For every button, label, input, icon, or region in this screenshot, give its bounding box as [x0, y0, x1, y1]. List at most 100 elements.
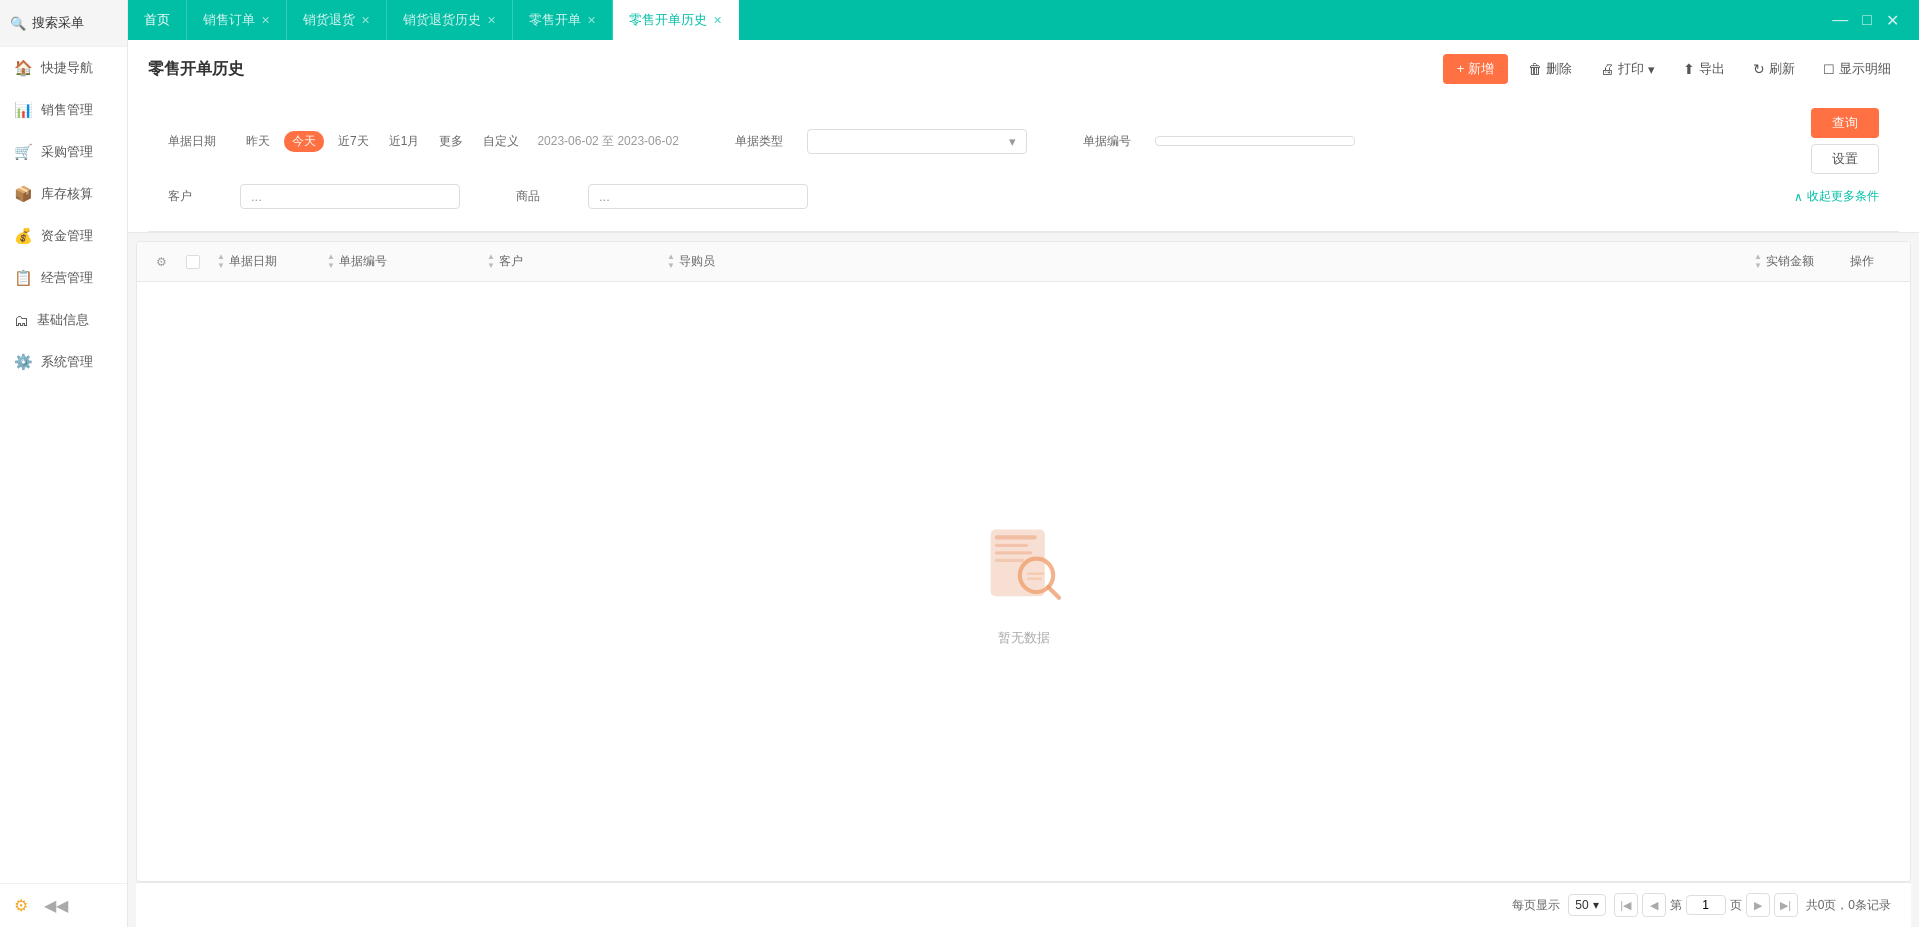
settings-button[interactable]: 设置 [1811, 144, 1879, 174]
refresh-icon: ↻ [1753, 61, 1765, 77]
sidebar-item-basic-info[interactable]: 🗂 基础信息 [0, 299, 127, 341]
last-month-btn[interactable]: 近1月 [383, 131, 426, 152]
type-select[interactable]: ▾ [807, 129, 1027, 154]
tab-sales-return[interactable]: 销货退货 ✕ [287, 0, 387, 40]
add-button[interactable]: + 新增 [1443, 54, 1508, 84]
customer-input[interactable]: ... [240, 184, 460, 209]
sidebar-item-operations[interactable]: 📋 经营管理 [0, 257, 127, 299]
sidebar-item-sys-mgmt[interactable]: ⚙️ 系统管理 [0, 341, 127, 383]
query-button[interactable]: 查询 [1811, 108, 1879, 138]
window-minimize[interactable]: — [1828, 9, 1852, 31]
folder-icon: 🗂 [14, 312, 29, 329]
next-page-btn[interactable]: ▶ [1746, 893, 1770, 917]
tab-retail-open-hist[interactable]: 零售开单历史 ✕ [613, 0, 739, 40]
page-suffix: 页 [1730, 897, 1742, 914]
page-header: 零售开单历史 + 新增 🗑 删除 🖨 打印 ▾ ⬆ [128, 40, 1919, 233]
sidebar-search[interactable]: 🔍 搜索采单 [0, 0, 127, 47]
th-actions-label: 操作 [1850, 253, 1874, 270]
tab-retail-open[interactable]: 零售开单 ✕ [513, 0, 613, 40]
th-check[interactable] [177, 255, 209, 269]
tab-retail-open-label: 零售开单 [529, 11, 581, 29]
per-page-select[interactable]: 50 ▾ [1568, 894, 1605, 916]
collapse-icon[interactable]: ◀◀ [44, 896, 68, 915]
tab-sales-order[interactable]: 销售订单 ✕ [187, 0, 287, 40]
tab-sales-return-hist-close[interactable]: ✕ [487, 14, 496, 27]
display-toggle[interactable]: ☐ 显示明细 [1815, 56, 1899, 82]
delete-label: 删除 [1546, 60, 1572, 78]
collapse-btn[interactable]: ∧ 收起更多条件 [1794, 188, 1879, 205]
sidebar-item-label: 基础信息 [37, 311, 89, 329]
export-icon: ⬆ [1683, 61, 1695, 77]
print-label: 打印 [1618, 60, 1644, 78]
date-options: 昨天 今天 近7天 近1月 更多 自定义 2023-06-02 至 2023-0… [240, 131, 679, 152]
prev-page-btn[interactable]: ◀ [1642, 893, 1666, 917]
refresh-label: 刷新 [1769, 60, 1795, 78]
sidebar-item-finance[interactable]: 💰 资金管理 [0, 215, 127, 257]
first-page-btn[interactable]: |◀ [1614, 893, 1638, 917]
today-btn[interactable]: 今天 [284, 131, 324, 152]
window-maximize[interactable]: □ [1858, 9, 1876, 31]
table-container: ⚙ ▲▼ 单据日期 ▲▼ 单据编号 ▲▼ 客户 ▲▼ 导 [136, 241, 1911, 882]
order-no-input[interactable] [1155, 136, 1355, 146]
order-no-label: 单据编号 [1083, 133, 1139, 150]
sidebar-item-label: 资金管理 [41, 227, 93, 245]
settings-bottom-icon[interactable]: ⚙ [14, 896, 28, 915]
th-settings[interactable]: ⚙ [145, 255, 177, 269]
filter-row-1: 单据日期 昨天 今天 近7天 近1月 更多 自定义 2023-06-02 至 2… [168, 108, 1879, 174]
tab-retail-open-close[interactable]: ✕ [587, 14, 596, 27]
empty-icon [974, 517, 1074, 617]
cart-icon: 🛒 [14, 143, 33, 161]
sidebar-item-label: 销售管理 [41, 101, 93, 119]
sidebar-bottom: ⚙ ◀◀ [0, 883, 127, 927]
export-button[interactable]: ⬆ 导出 [1675, 56, 1733, 82]
chart-icon: 📊 [14, 101, 33, 119]
sidebar-item-label: 系统管理 [41, 353, 93, 371]
more-btn[interactable]: 更多 [433, 131, 469, 152]
sidebar-item-quick-nav[interactable]: 🏠 快捷导航 [0, 47, 127, 89]
tab-home[interactable]: 首页 [128, 0, 187, 40]
svg-rect-2 [994, 543, 1027, 546]
empty-state: 暂无数据 [137, 282, 1910, 881]
delete-button[interactable]: 🗑 删除 [1520, 56, 1580, 82]
sidebar-nav: 🏠 快捷导航 📊 销售管理 🛒 采购管理 📦 库存核算 💰 资金管理 📋 经营管… [0, 47, 127, 883]
tab-sales-return-close[interactable]: ✕ [361, 14, 370, 27]
customer-label: 客户 [168, 188, 224, 205]
money-icon: 💰 [14, 227, 33, 245]
tab-home-label: 首页 [144, 11, 170, 29]
custom-btn[interactable]: 自定义 [477, 131, 525, 152]
home-icon: 🏠 [14, 59, 33, 77]
last7-btn[interactable]: 近7天 [332, 131, 375, 152]
th-actions: 操作 [1822, 253, 1902, 270]
refresh-button[interactable]: ↻ 刷新 [1745, 56, 1803, 82]
th-salesperson[interactable]: ▲▼ 导购员 [659, 253, 779, 270]
print-button[interactable]: 🖨 打印 ▾ [1592, 56, 1663, 82]
sidebar-item-purchase-mgmt[interactable]: 🛒 采购管理 [0, 131, 127, 173]
th-order[interactable]: ▲▼ 单据编号 [319, 253, 479, 270]
sidebar-item-inventory[interactable]: 📦 库存核算 [0, 173, 127, 215]
sidebar-item-sales-mgmt[interactable]: 📊 销售管理 [0, 89, 127, 131]
th-customer[interactable]: ▲▼ 客户 [479, 253, 659, 270]
tab-sales-order-close[interactable]: ✕ [261, 14, 270, 27]
sidebar-item-label: 库存核算 [41, 185, 93, 203]
last-page-btn[interactable]: ▶| [1774, 893, 1798, 917]
add-button-label: + 新增 [1457, 60, 1494, 78]
tab-sales-return-hist[interactable]: 销货退货历史 ✕ [387, 0, 513, 40]
th-salesperson-label: 导购员 [679, 253, 715, 270]
th-date[interactable]: ▲▼ 单据日期 [209, 253, 319, 270]
header-checkbox[interactable] [186, 255, 200, 269]
delete-icon: 🗑 [1528, 61, 1542, 77]
page-number-input[interactable] [1686, 895, 1726, 915]
per-page-value: 50 [1575, 898, 1588, 912]
print-arrow: ▾ [1648, 62, 1655, 77]
date-range-display: 2023-06-02 至 2023-06-02 [537, 133, 678, 150]
goods-input[interactable]: ... [588, 184, 808, 209]
window-close[interactable]: ✕ [1882, 9, 1903, 32]
tabs-right: — □ ✕ [1828, 9, 1919, 32]
page-nav: |◀ ◀ 第 页 ▶ ▶| [1614, 893, 1798, 917]
tab-retail-open-hist-close[interactable]: ✕ [713, 14, 722, 27]
display-label: 显示明细 [1839, 60, 1891, 78]
th-amount[interactable]: ▲▼ 实销金额 [779, 253, 1822, 270]
main-area: 首页 销售订单 ✕ 销货退货 ✕ 销货退货历史 ✕ 零售开单 ✕ 零售开单历史 … [128, 0, 1919, 927]
yesterday-btn[interactable]: 昨天 [240, 131, 276, 152]
tab-retail-open-hist-label: 零售开单历史 [629, 11, 707, 29]
